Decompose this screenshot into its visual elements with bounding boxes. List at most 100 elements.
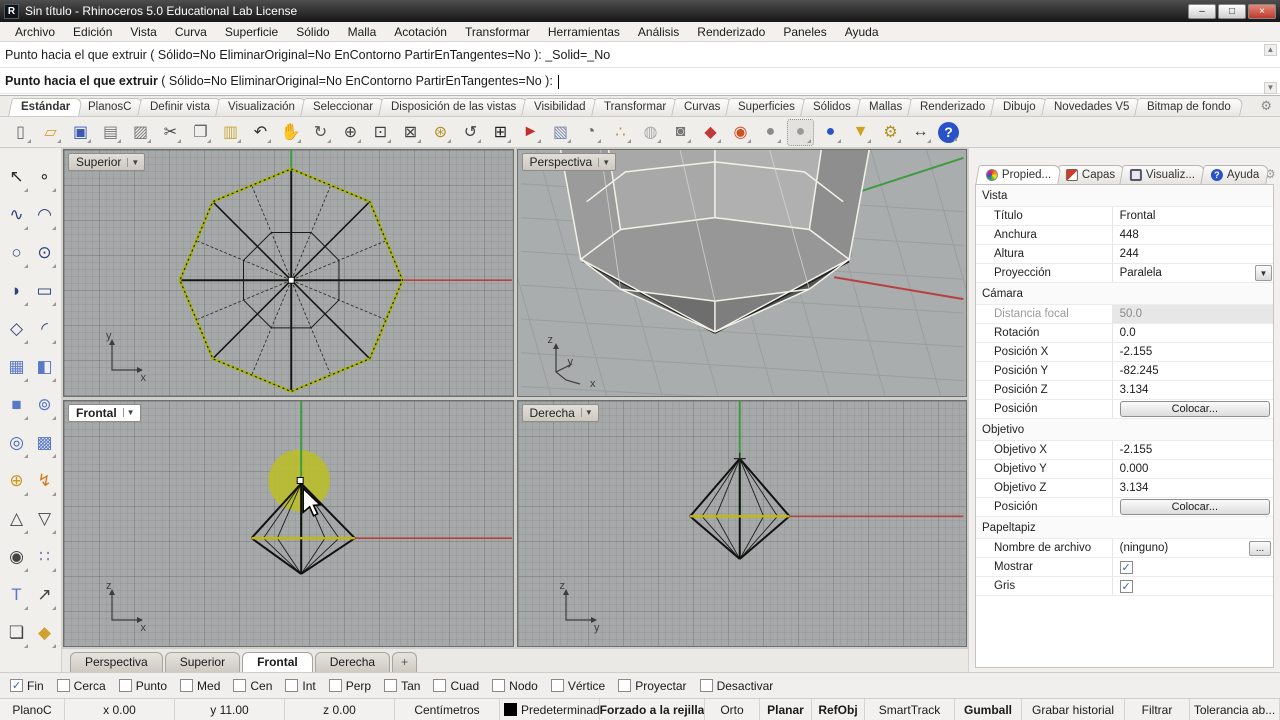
circle-axis-icon[interactable]: ◔ [578, 120, 603, 145]
rectangle-icon[interactable]: ▭ [31, 272, 59, 310]
statusbar-cell[interactable]: RefObj [812, 699, 865, 720]
osnap-item[interactable]: Nodo [492, 679, 538, 693]
maximize-button[interactable]: □ [1218, 3, 1246, 19]
cone-icon[interactable]: ▼ [848, 120, 873, 145]
viewport-layout-icon[interactable]: ⊞ [488, 120, 513, 145]
extrude-icon[interactable]: ◆ [31, 614, 59, 652]
menu-item[interactable]: Edición [64, 23, 121, 41]
osnap-checkbox[interactable] [618, 679, 632, 692]
close-button[interactable]: × [1248, 3, 1276, 19]
scroll-up-icon[interactable]: ▲ [1264, 44, 1277, 56]
osnap-checkbox[interactable] [433, 679, 447, 692]
viewport-tab[interactable]: Perspectiva [70, 652, 163, 672]
cut-icon[interactable]: ✂ [158, 120, 183, 145]
pan-icon[interactable]: ✋ [278, 120, 303, 145]
dimension-icon[interactable]: ↔ [908, 120, 933, 145]
statusbar-cell[interactable]: Filtrar [1125, 699, 1190, 720]
menu-item[interactable]: Acotación [385, 23, 456, 41]
command-scrollbar[interactable]: ▲ ▼ [1263, 44, 1278, 94]
chevron-down-icon[interactable]: ▼ [127, 157, 142, 167]
scroll-down-icon[interactable]: ▼ [1264, 82, 1277, 94]
viewport-tab[interactable]: Frontal [242, 652, 313, 672]
viewport-perspectiva-label[interactable]: Perspectiva ▼ [521, 153, 617, 171]
help-icon[interactable]: ? [938, 121, 959, 143]
command-prompt-options[interactable]: ( Sólido=No EliminarOriginal=No EnContor… [158, 74, 556, 88]
gears-icon[interactable]: ⚙ [878, 120, 903, 145]
statusbar-cell[interactable]: Predeterminada [500, 699, 600, 720]
arc-icon[interactable]: ◗ [3, 272, 31, 310]
toolbar-tab[interactable]: Renderizado [907, 98, 999, 116]
viewport-tab[interactable]: + [392, 652, 418, 672]
paste-icon[interactable]: ▥ [218, 120, 243, 145]
chevron-down-icon[interactable]: ▼ [598, 157, 613, 167]
osnap-checkbox[interactable] [699, 679, 713, 692]
polygon-icon[interactable]: ◇ [3, 310, 31, 348]
statusbar-cell[interactable]: Centímetros [395, 699, 500, 720]
menu-item[interactable]: Renderizado [688, 23, 774, 41]
tab-ayuda[interactable]: ? Ayuda [1199, 165, 1270, 184]
toolbar-tab[interactable]: Bitmap de fondo [1134, 98, 1245, 116]
text-icon[interactable]: T [3, 576, 31, 614]
mostrar-checkbox[interactable] [1119, 560, 1133, 574]
statusbar-cell[interactable]: Grabar historial [1022, 699, 1125, 720]
statusbar-cell[interactable]: Gumball [955, 699, 1022, 720]
objetivo-z-value[interactable]: 3.134 [1113, 479, 1273, 497]
mesh-icon[interactable]: ▩ [31, 424, 59, 462]
fillet-curve-icon[interactable]: ◜ [31, 310, 59, 348]
chevron-down-icon[interactable]: ▼ [122, 408, 138, 417]
viewport-frontal-label[interactable]: Frontal ▼ [68, 403, 141, 422]
move-icon[interactable]: ↗ [31, 576, 59, 614]
open-folder-icon[interactable]: ▱ [38, 120, 63, 145]
print-icon[interactable]: ▤ [98, 120, 123, 145]
posicion-y-value[interactable]: -82.245 [1113, 362, 1273, 380]
zoom-window-icon[interactable]: ⊡ [368, 120, 393, 145]
toolbar-tab[interactable]: Dibujo [990, 98, 1049, 116]
box-icon[interactable]: ■ [3, 386, 31, 424]
colocar-target-button[interactable]: Colocar... [1119, 499, 1270, 515]
minimize-button[interactable]: – [1188, 3, 1216, 19]
menu-item[interactable]: Transformar [456, 23, 539, 41]
rotate-view-icon[interactable]: ↻ [308, 120, 333, 145]
osnap-item[interactable]: Punto [118, 679, 167, 693]
menu-item[interactable]: Archivo [6, 23, 64, 41]
archivo-value[interactable]: (ninguno)... [1113, 539, 1273, 557]
copy-icon[interactable]: ❐ [188, 120, 213, 145]
posicion-z-value[interactable]: 3.134 [1113, 381, 1273, 399]
tab-propiedades[interactable]: Propied... [975, 165, 1062, 184]
polyline-icon[interactable]: ∿ [3, 196, 31, 234]
osnap-item[interactable]: Vértice [550, 679, 605, 693]
statusbar-cell[interactable]: Orto [705, 699, 760, 720]
chevron-down-icon[interactable]: ▼ [1255, 265, 1272, 281]
chevron-down-icon[interactable]: ▼ [580, 408, 596, 417]
anchura-value[interactable]: 448 [1113, 226, 1273, 244]
menu-item[interactable]: Malla [339, 23, 386, 41]
menu-item[interactable]: Vista [121, 23, 165, 41]
sphere-shaded-icon[interactable]: ● [787, 118, 814, 146]
lock-icon[interactable]: ◙ [668, 120, 693, 145]
light-icon[interactable]: ◍ [638, 120, 663, 145]
osnap-checkbox[interactable] [118, 679, 132, 692]
objetivo-x-value[interactable]: -2.155 [1113, 441, 1273, 459]
car-icon[interactable]: ► [518, 120, 543, 145]
statusbar-cell[interactable]: y 11.00 [175, 699, 285, 720]
osnap-checkbox[interactable] [550, 679, 564, 692]
color-wheel-icon[interactable]: ◉ [728, 120, 753, 145]
viewport-derecha-label[interactable]: Derecha ▼ [521, 403, 599, 422]
curve-icon[interactable]: ◠ [31, 196, 59, 234]
statusbar-cell[interactable]: x 0.00 [65, 699, 175, 720]
gear-icon[interactable]: ⚙ [1260, 98, 1272, 114]
sphere-blue-icon[interactable]: ● [818, 120, 843, 145]
split-icon[interactable]: ▽ [31, 500, 59, 538]
statusbar-cell[interactable]: z 0.00 [285, 699, 395, 720]
menu-item[interactable]: Sólido [287, 23, 338, 41]
save-icon[interactable]: ▣ [68, 120, 93, 145]
colocar-camera-button[interactable]: Colocar... [1119, 401, 1270, 417]
toolbar-tab[interactable]: Sólidos [800, 98, 864, 116]
osnap-item[interactable]: Cen [233, 679, 272, 693]
statusbar-cell[interactable]: Forzado a la rejilla [600, 699, 705, 720]
proyeccion-select[interactable]: Paralela ▼ [1113, 264, 1273, 282]
viewport-superior[interactable]: Superior ▼ y x [63, 149, 514, 397]
osnap-checkbox[interactable] [233, 679, 247, 692]
menu-item[interactable]: Herramientas [539, 23, 629, 41]
browse-button[interactable]: ... [1249, 540, 1271, 556]
